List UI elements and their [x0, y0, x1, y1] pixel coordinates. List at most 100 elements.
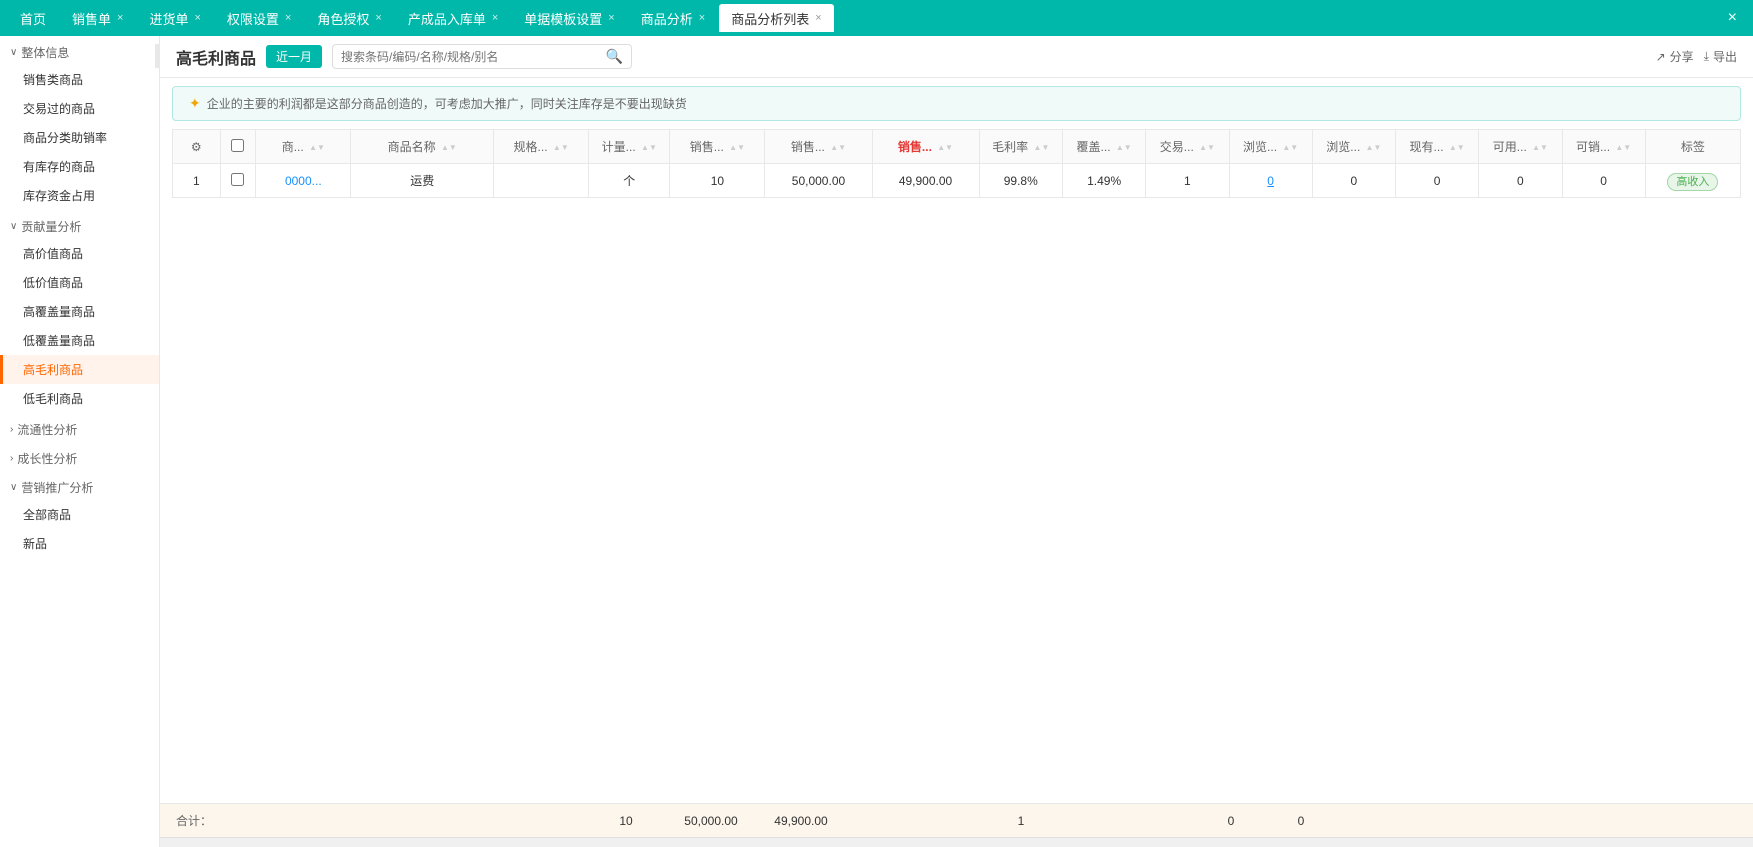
share-button[interactable]: ↗ 分享 — [1656, 48, 1694, 65]
high-income-tag: 高收入 — [1667, 173, 1718, 191]
col-header-browse1[interactable]: 浏览... ▲▼ — [1229, 130, 1312, 164]
browse1-link[interactable]: 0 — [1267, 174, 1274, 188]
col-header-name[interactable]: 商品名称 ▲▼ — [351, 130, 494, 164]
sidebar-group-growth[interactable]: › 成长性分析 — [0, 442, 159, 471]
col-header-unit[interactable]: 计量... ▲▼ — [589, 130, 670, 164]
sidebar-item-high-coverage[interactable]: 高覆盖量商品 — [0, 297, 159, 326]
close-icon[interactable]: × — [194, 12, 200, 24]
sidebar-item-traded-goods[interactable]: 交易过的商品 — [0, 94, 159, 123]
close-icon[interactable]: × — [285, 12, 291, 24]
sort-icon: ▲▼ — [641, 143, 657, 152]
close-icon[interactable]: × — [815, 12, 821, 24]
sort-icon: ▲▼ — [1366, 143, 1382, 152]
col-header-sales-amount[interactable]: 销售... ▲▼ — [765, 130, 872, 164]
cell-code[interactable]: 0000... — [256, 164, 351, 198]
sidebar-group-liquidity[interactable]: › 流通性分析 — [0, 413, 159, 442]
nav-tab-inbound[interactable]: 产成品入库单 × — [396, 4, 510, 32]
sort-icon: ▲▼ — [441, 143, 457, 152]
time-filter-button[interactable]: 近一月 — [266, 45, 322, 68]
horizontal-scrollbar[interactable] — [160, 837, 1753, 847]
close-icon[interactable]: × — [492, 12, 498, 24]
content-header: 高毛利商品 近一月 🔍 ↗ 分享 ⤓ 导出 — [160, 36, 1753, 78]
sort-icon: ▲▼ — [1449, 143, 1465, 152]
nav-tab-analysis-list[interactable]: 商品分析列表 × — [719, 4, 833, 32]
col-header-sales-qty[interactable]: 销售... ▲▼ — [670, 130, 765, 164]
sidebar-item-all-goods[interactable]: 全部商品 — [0, 500, 159, 529]
sort-icon: ▲▼ — [1282, 143, 1298, 152]
sidebar-collapse-button[interactable]: « — [155, 44, 160, 68]
sidebar-item-stocked-goods[interactable]: 有库存的商品 — [0, 152, 159, 181]
export-button[interactable]: ⤓ 导出 — [1704, 48, 1737, 65]
cell-browse1[interactable]: 0 — [1229, 164, 1312, 198]
col-header-gross-rate[interactable]: 毛利率 ▲▼ — [979, 130, 1062, 164]
footer-browse1 — [1056, 814, 1126, 828]
nav-tab-analysis[interactable]: 商品分析 × — [629, 4, 717, 32]
footer-spacer2 — [366, 814, 446, 828]
chevron-down-icon: ∨ — [10, 221, 17, 232]
footer-stock2: 0 — [1266, 814, 1336, 828]
chevron-right-icon: › — [10, 453, 13, 464]
col-header-stock-current[interactable]: 现有... ▲▼ — [1396, 130, 1479, 164]
sidebar-item-low-value[interactable]: 低价值商品 — [0, 268, 159, 297]
col-header-settings[interactable]: ⚙ — [173, 130, 221, 164]
search-icon[interactable]: 🔍 — [606, 48, 623, 65]
sidebar-item-low-coverage[interactable]: 低覆盖量商品 — [0, 326, 159, 355]
footer-sales2: 50,000.00 — [666, 814, 756, 828]
sidebar-item-new-goods[interactable]: 新品 — [0, 529, 159, 558]
sidebar-item-category-rate[interactable]: 商品分类助销率 — [0, 123, 159, 152]
close-icon[interactable]: × — [375, 12, 381, 24]
header-actions: ↗ 分享 ⤓ 导出 — [1656, 48, 1737, 65]
tip-icon: ✦ — [189, 95, 201, 112]
nav-tab-home[interactable]: 首页 — [8, 4, 58, 32]
sidebar-group-marketing[interactable]: ∨ 营销推广分析 — [0, 471, 159, 500]
col-header-sales-profit[interactable]: 销售... ▲▼ — [872, 130, 979, 164]
cell-sales2: 50,000.00 — [765, 164, 872, 198]
close-icon[interactable]: × — [117, 12, 123, 24]
col-header-code[interactable]: 商... ▲▼ — [256, 130, 351, 164]
cell-sales1: 10 — [670, 164, 765, 198]
cell-unit: 个 — [589, 164, 670, 198]
col-header-checkbox — [220, 130, 256, 164]
data-table: ⚙ 商... ▲▼ 商品名称 ▲▼ 规格... — [172, 129, 1741, 198]
col-header-tag[interactable]: 标签 — [1645, 130, 1740, 164]
search-input[interactable] — [341, 50, 600, 64]
close-all-button[interactable]: × — [1720, 9, 1745, 27]
sidebar-item-sales-goods[interactable]: 销售类商品 — [0, 65, 159, 94]
footer-sales3: 49,900.00 — [756, 814, 846, 828]
col-header-spec[interactable]: 规格... ▲▼ — [494, 130, 589, 164]
close-icon[interactable]: × — [608, 12, 614, 24]
table-row: 1 0000... 运费 个 10 50,000.00 49,900.00 99… — [173, 164, 1741, 198]
footer-cells: 10 50,000.00 49,900.00 1 0 0 — [256, 814, 1737, 828]
sidebar-item-high-margin[interactable]: 高毛利商品 — [0, 355, 159, 384]
nav-tab-permission[interactable]: 权限设置 × — [215, 4, 303, 32]
nav-tab-template[interactable]: 单据模板设置 × — [512, 4, 626, 32]
close-icon[interactable]: × — [699, 12, 705, 24]
col-header-sellable[interactable]: 可销... ▲▼ — [1562, 130, 1645, 164]
sidebar-group-contribution[interactable]: ∨ 贡献量分析 — [0, 210, 159, 239]
footer-stock1: 0 — [1196, 814, 1266, 828]
main-layout: « ∨ 整体信息 销售类商品 交易过的商品 商品分类助销率 有库存的商品 库存资… — [0, 36, 1753, 847]
cell-browse2: 0 — [1312, 164, 1395, 198]
row-checkbox[interactable] — [231, 173, 244, 186]
share-icon: ↗ — [1656, 50, 1666, 64]
col-header-coverage[interactable]: 覆盖... ▲▼ — [1063, 130, 1146, 164]
col-header-browse2[interactable]: 浏览... ▲▼ — [1312, 130, 1395, 164]
nav-tab-purchase[interactable]: 进货单 × — [137, 4, 212, 32]
sidebar-item-high-value[interactable]: 高价值商品 — [0, 239, 159, 268]
col-header-trade[interactable]: 交易... ▲▼ — [1146, 130, 1229, 164]
footer-label: 合计： — [176, 812, 256, 829]
col-header-stock-available[interactable]: 可用... ▲▼ — [1479, 130, 1562, 164]
sort-icon: ▲▼ — [830, 143, 846, 152]
nav-tab-sales[interactable]: 销售单 × — [60, 4, 135, 32]
sidebar-group-overall[interactable]: ∨ 整体信息 — [0, 36, 159, 65]
footer-bar: 合计： 10 50,000.00 49,900.00 1 0 0 — [160, 803, 1753, 837]
sort-icon: ▲▼ — [1532, 143, 1548, 152]
cell-stock1: 0 — [1396, 164, 1479, 198]
select-all-checkbox[interactable] — [231, 139, 244, 152]
sidebar-item-low-margin[interactable]: 低毛利商品 — [0, 384, 159, 413]
cell-gross: 99.8% — [979, 164, 1062, 198]
tip-bar: ✦ 企业的主要的利润都是这部分商品创造的，可考虑加大推广，同时关注库存是不要出现… — [172, 86, 1741, 121]
sort-icon: ▲▼ — [1615, 143, 1631, 152]
nav-tab-role[interactable]: 角色授权 × — [305, 4, 393, 32]
sidebar-item-stock-capital[interactable]: 库存资金占用 — [0, 181, 159, 210]
